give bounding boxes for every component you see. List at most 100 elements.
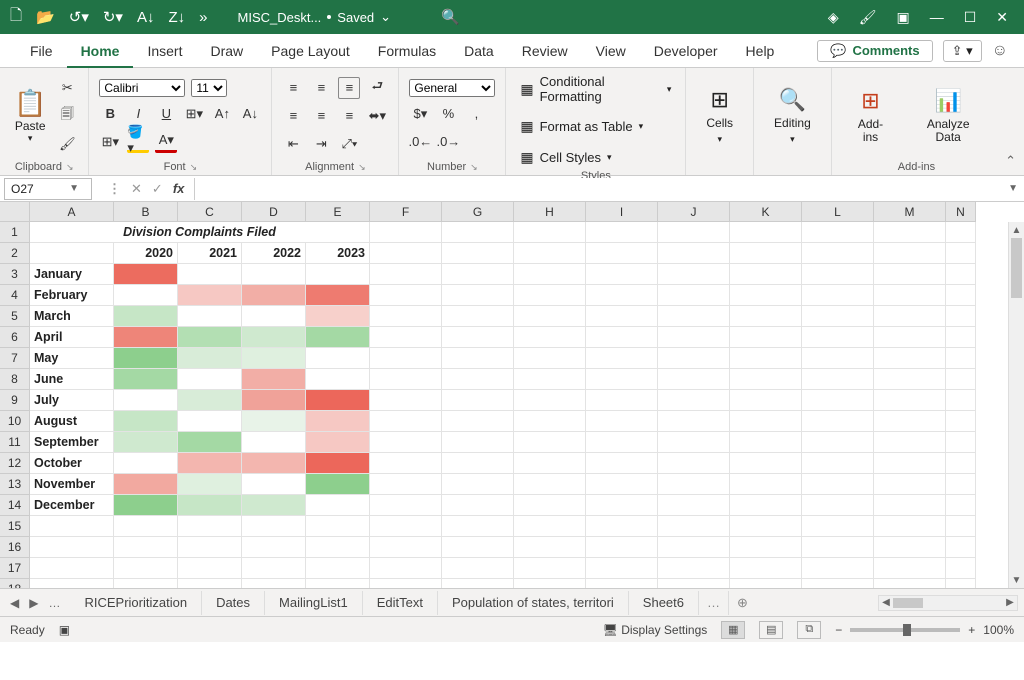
close-button[interactable]: ✕ bbox=[996, 9, 1008, 26]
cell-I11[interactable] bbox=[586, 432, 658, 453]
increase-decimal-button[interactable]: .0← bbox=[409, 131, 431, 153]
cell-I6[interactable] bbox=[586, 327, 658, 348]
zoom-thumb[interactable] bbox=[903, 624, 911, 636]
cell-D10[interactable] bbox=[242, 411, 306, 432]
cell-D6[interactable] bbox=[242, 327, 306, 348]
cell-D8[interactable] bbox=[242, 369, 306, 390]
cell-H9[interactable] bbox=[514, 390, 586, 411]
cell-J1[interactable] bbox=[658, 222, 730, 243]
cell-M14[interactable] bbox=[874, 495, 946, 516]
cell-L10[interactable] bbox=[802, 411, 874, 432]
cell-G4[interactable] bbox=[442, 285, 514, 306]
cell-J3[interactable] bbox=[658, 264, 730, 285]
cell-L2[interactable] bbox=[802, 243, 874, 264]
cell-F1[interactable] bbox=[370, 222, 442, 243]
cell-M16[interactable] bbox=[874, 537, 946, 558]
cell-A1[interactable]: Division Complaints Filed bbox=[30, 222, 370, 243]
cell-N11[interactable] bbox=[946, 432, 976, 453]
cell-F8[interactable] bbox=[370, 369, 442, 390]
cell-K10[interactable] bbox=[730, 411, 802, 432]
conditional-formatting-button[interactable]: ▦Conditional Formatting▾ bbox=[516, 72, 675, 106]
cell-F9[interactable] bbox=[370, 390, 442, 411]
cell-N4[interactable] bbox=[946, 285, 976, 306]
cell-D12[interactable] bbox=[242, 453, 306, 474]
horizontal-scrollbar[interactable]: ◀ ▶ bbox=[878, 595, 1018, 611]
addins-button[interactable]: ⊞ Add-ins bbox=[842, 88, 900, 144]
decrease-decimal-button[interactable]: .0→ bbox=[437, 131, 459, 153]
cell-D15[interactable] bbox=[242, 516, 306, 537]
cell-I13[interactable] bbox=[586, 474, 658, 495]
row-header-3[interactable]: 3 bbox=[0, 264, 30, 285]
column-header-F[interactable]: F bbox=[370, 202, 442, 222]
cell-B7[interactable] bbox=[114, 348, 178, 369]
cell-E7[interactable] bbox=[306, 348, 370, 369]
cell-L16[interactable] bbox=[802, 537, 874, 558]
border-button[interactable]: ⊞▾ bbox=[183, 103, 205, 125]
cell-B13[interactable] bbox=[114, 474, 178, 495]
cell-H17[interactable] bbox=[514, 558, 586, 579]
cell-J10[interactable] bbox=[658, 411, 730, 432]
name-box-dropdown-icon[interactable]: ▼ bbox=[63, 183, 85, 194]
cell-N2[interactable] bbox=[946, 243, 976, 264]
row-header-18[interactable]: 18 bbox=[0, 579, 30, 588]
cell-K2[interactable] bbox=[730, 243, 802, 264]
align-top-button[interactable]: ≡ bbox=[282, 77, 304, 99]
row-header-7[interactable]: 7 bbox=[0, 348, 30, 369]
cell-B5[interactable] bbox=[114, 306, 178, 327]
cell-J12[interactable] bbox=[658, 453, 730, 474]
cell-E9[interactable] bbox=[306, 390, 370, 411]
select-all-button[interactable] bbox=[0, 202, 30, 222]
cell-E12[interactable] bbox=[306, 453, 370, 474]
normal-view-button[interactable]: ▦ bbox=[721, 621, 745, 639]
column-header-E[interactable]: E bbox=[306, 202, 370, 222]
cell-H11[interactable] bbox=[514, 432, 586, 453]
cell-H1[interactable] bbox=[514, 222, 586, 243]
row-header-12[interactable]: 12 bbox=[0, 453, 30, 474]
cell-C16[interactable] bbox=[178, 537, 242, 558]
cell-N7[interactable] bbox=[946, 348, 976, 369]
scroll-down-button[interactable]: ▼ bbox=[1012, 572, 1022, 588]
cell-N12[interactable] bbox=[946, 453, 976, 474]
filename-area[interactable]: MISC_Deskt... Saved ⌄ bbox=[238, 9, 392, 25]
tab-page-layout[interactable]: Page Layout bbox=[257, 34, 364, 68]
cell-B11[interactable] bbox=[114, 432, 178, 453]
cell-E6[interactable] bbox=[306, 327, 370, 348]
column-header-J[interactable]: J bbox=[658, 202, 730, 222]
cell-E5[interactable] bbox=[306, 306, 370, 327]
cell-L11[interactable] bbox=[802, 432, 874, 453]
cell-N16[interactable] bbox=[946, 537, 976, 558]
tab-file[interactable]: File bbox=[16, 34, 67, 68]
cell-F10[interactable] bbox=[370, 411, 442, 432]
cell-H13[interactable] bbox=[514, 474, 586, 495]
cell-C2[interactable]: 2021 bbox=[178, 243, 242, 264]
sheet-tab-sheet6[interactable]: Sheet6 bbox=[629, 591, 699, 615]
row-header-16[interactable]: 16 bbox=[0, 537, 30, 558]
cell-G7[interactable] bbox=[442, 348, 514, 369]
cell-B6[interactable] bbox=[114, 327, 178, 348]
cell-F11[interactable] bbox=[370, 432, 442, 453]
cell-G5[interactable] bbox=[442, 306, 514, 327]
cell-M12[interactable] bbox=[874, 453, 946, 474]
cell-N14[interactable] bbox=[946, 495, 976, 516]
cell-H4[interactable] bbox=[514, 285, 586, 306]
sheet-tab-riceprioritization[interactable]: RICEPrioritization bbox=[70, 591, 202, 615]
cell-G1[interactable] bbox=[442, 222, 514, 243]
cell-D16[interactable] bbox=[242, 537, 306, 558]
editing-button[interactable]: 🔍 Editing ▾ bbox=[764, 87, 821, 145]
column-header-M[interactable]: M bbox=[874, 202, 946, 222]
cell-C14[interactable] bbox=[178, 495, 242, 516]
cell-D3[interactable] bbox=[242, 264, 306, 285]
cell-C9[interactable] bbox=[178, 390, 242, 411]
scroll-up-button[interactable]: ▲ bbox=[1012, 222, 1022, 238]
cell-K18[interactable] bbox=[730, 579, 802, 588]
cell-J11[interactable] bbox=[658, 432, 730, 453]
column-header-L[interactable]: L bbox=[802, 202, 874, 222]
cell-G18[interactable] bbox=[442, 579, 514, 588]
zoom-level[interactable]: 100% bbox=[983, 623, 1014, 637]
cell-F13[interactable] bbox=[370, 474, 442, 495]
row-header-6[interactable]: 6 bbox=[0, 327, 30, 348]
tab-home[interactable]: Home bbox=[67, 34, 134, 68]
cell-B16[interactable] bbox=[114, 537, 178, 558]
row-header-17[interactable]: 17 bbox=[0, 558, 30, 579]
cell-E15[interactable] bbox=[306, 516, 370, 537]
